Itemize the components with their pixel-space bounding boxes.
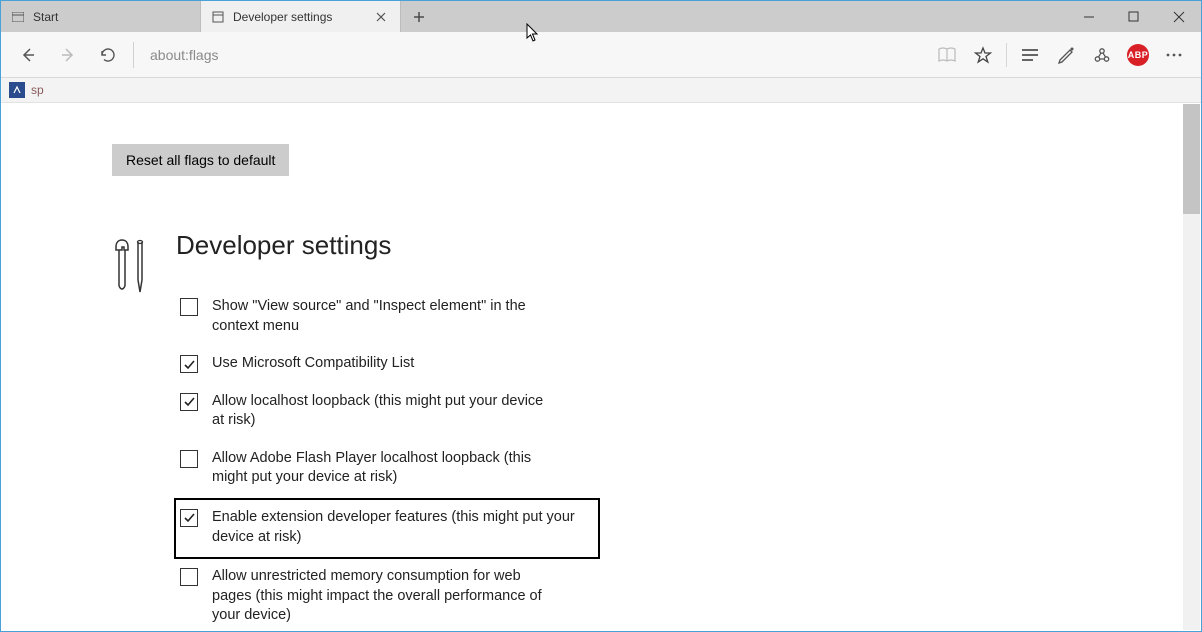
more-icon[interactable] bbox=[1157, 38, 1191, 72]
developer-settings-section: Developer settings Show "View source" an… bbox=[112, 230, 1200, 630]
option-label: Show "View source" and "Inspect element"… bbox=[212, 297, 552, 336]
option-row: Enable extension developer features (thi… bbox=[174, 498, 600, 559]
option-label: Allow Adobe Flash Player localhost loopb… bbox=[212, 449, 552, 488]
tab-label: Developer settings bbox=[233, 10, 364, 24]
favorite-icon[interactable] bbox=[966, 38, 1000, 72]
bookmark-bar: sp bbox=[1, 78, 1201, 103]
section-title: Developer settings bbox=[176, 230, 556, 261]
close-window-button[interactable] bbox=[1156, 1, 1201, 32]
option-row: Use Microsoft Compatibility List bbox=[176, 346, 556, 384]
app-icon bbox=[11, 10, 25, 24]
minimize-button[interactable] bbox=[1066, 1, 1111, 32]
tab-start[interactable]: Start bbox=[1, 1, 201, 32]
scroll-thumb[interactable] bbox=[1183, 104, 1200, 214]
address-bar[interactable]: about:flags bbox=[146, 47, 924, 63]
window-controls bbox=[1066, 1, 1201, 32]
maximize-button[interactable] bbox=[1111, 1, 1156, 32]
reset-flags-button[interactable]: Reset all flags to default bbox=[112, 144, 289, 176]
option-row: Show "View source" and "Inspect element"… bbox=[176, 289, 556, 346]
option-label: Allow unrestricted memory consumption fo… bbox=[212, 567, 552, 626]
separator bbox=[133, 42, 134, 68]
abp-extension-icon[interactable]: ABP bbox=[1121, 38, 1155, 72]
checkbox[interactable] bbox=[180, 450, 198, 468]
abp-badge: ABP bbox=[1127, 44, 1149, 66]
checkbox[interactable] bbox=[180, 509, 198, 527]
option-label: Allow localhost loopback (this might put… bbox=[212, 392, 552, 431]
vertical-scrollbar[interactable] bbox=[1183, 104, 1200, 630]
tab-bar: Start Developer settings bbox=[1, 1, 1201, 32]
checkbox[interactable] bbox=[180, 393, 198, 411]
close-tab-icon[interactable] bbox=[372, 8, 390, 26]
option-row: Allow localhost loopback (this might put… bbox=[176, 384, 556, 441]
option-label: Use Microsoft Compatibility List bbox=[212, 354, 414, 374]
tab-label: Start bbox=[33, 10, 190, 24]
forward-button[interactable] bbox=[51, 38, 85, 72]
bookmark-label[interactable]: sp bbox=[31, 83, 44, 97]
separator bbox=[1006, 43, 1007, 67]
checkbox[interactable] bbox=[180, 298, 198, 316]
checkbox[interactable] bbox=[180, 355, 198, 373]
nav-bar: about:flags ABP bbox=[1, 32, 1201, 78]
page-icon bbox=[211, 10, 225, 24]
option-row: Allow Adobe Flash Player localhost loopb… bbox=[176, 441, 556, 498]
option-row: Allow unrestricted memory consumption fo… bbox=[176, 559, 556, 630]
new-tab-button[interactable] bbox=[401, 1, 437, 32]
wrench-screwdriver-icon bbox=[112, 230, 152, 630]
bookmark-favicon[interactable] bbox=[9, 82, 25, 98]
back-button[interactable] bbox=[11, 38, 45, 72]
refresh-button[interactable] bbox=[91, 38, 125, 72]
share-icon[interactable] bbox=[1085, 38, 1119, 72]
checkbox[interactable] bbox=[180, 568, 198, 586]
toolbar-right: ABP bbox=[930, 38, 1191, 72]
option-label: Enable extension developer features (thi… bbox=[212, 508, 594, 547]
page-content: Reset all flags to default Developer set… bbox=[2, 104, 1200, 630]
hub-icon[interactable] bbox=[1013, 38, 1047, 72]
web-note-icon[interactable] bbox=[1049, 38, 1083, 72]
tab-developer-settings[interactable]: Developer settings bbox=[201, 1, 401, 32]
reading-view-icon[interactable] bbox=[930, 38, 964, 72]
